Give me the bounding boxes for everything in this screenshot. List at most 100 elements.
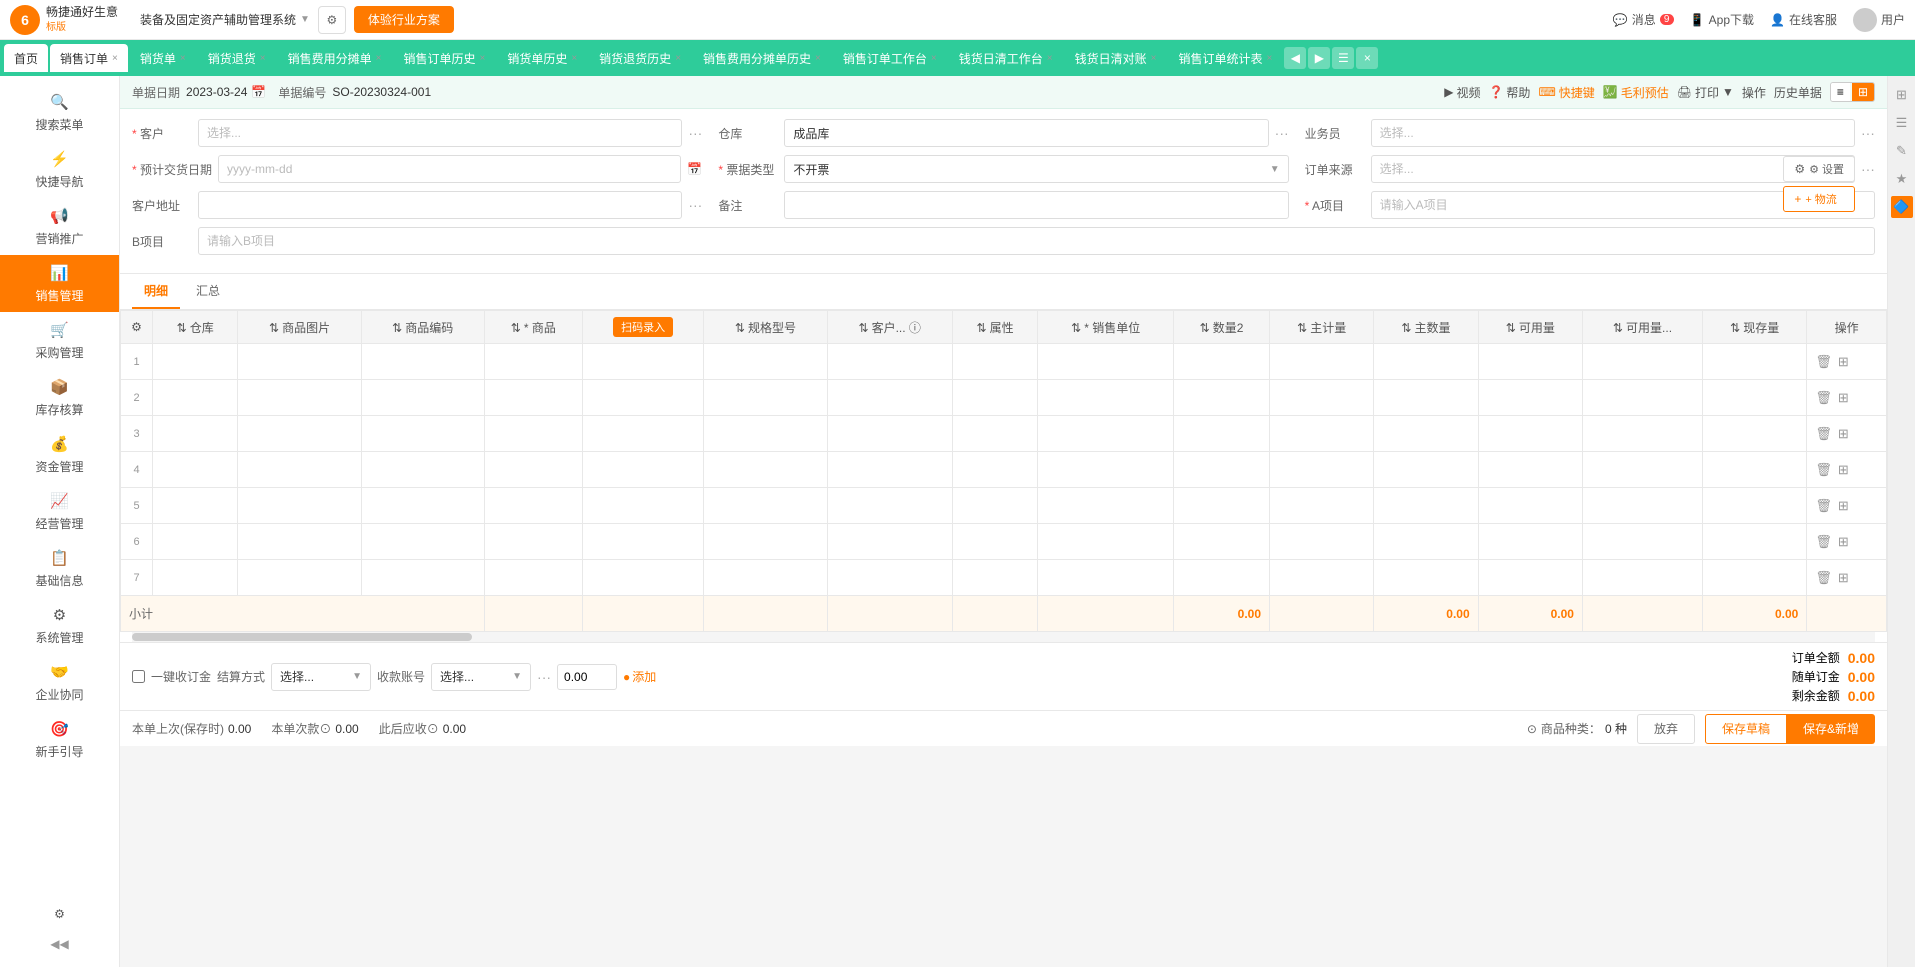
tab-workbench[interactable]: 销售订单工作台 × (833, 44, 947, 72)
row-7-image[interactable] (238, 560, 361, 596)
row-7-main-unit[interactable] (1270, 560, 1374, 596)
right-panel-btn-1[interactable]: ⊞ (1891, 84, 1913, 106)
row-5-attr[interactable] (952, 488, 1037, 524)
row-3-current[interactable] (1703, 416, 1807, 452)
row-4-main-qty[interactable] (1374, 452, 1478, 488)
row-2-copy-btn[interactable]: ⊞ (1838, 390, 1849, 406)
tab-reconcile[interactable]: 钱货日清对账 × (1065, 44, 1167, 72)
row-7-spec[interactable] (704, 560, 827, 596)
row-2-available[interactable] (1478, 380, 1582, 416)
system-settings-btn[interactable]: ⚙ (318, 6, 346, 34)
staff-input[interactable] (1371, 119, 1855, 147)
row-4-delete-btn[interactable]: 🗑 (1815, 462, 1832, 478)
scan-btn[interactable]: 扫码录入 (613, 317, 673, 337)
row-7-main-qty[interactable] (1374, 560, 1478, 596)
right-panel-btn-5[interactable]: 🔷 (1891, 196, 1913, 218)
th-product[interactable]: ⇅ * 商品 (484, 311, 582, 344)
system-name[interactable]: 装备及固定资产辅助管理系统 ▼ (140, 11, 310, 28)
row-7-product[interactable] (484, 560, 582, 596)
amount-input[interactable] (557, 664, 617, 690)
row-6-qty2[interactable] (1174, 524, 1270, 560)
tab-close-workbench[interactable]: × (931, 53, 937, 64)
row-5-current[interactable] (1703, 488, 1807, 524)
row-5-customer-code[interactable] (827, 488, 952, 524)
row-1-main-qty[interactable] (1374, 344, 1478, 380)
help-btn[interactable]: ❓ 帮助 (1488, 84, 1530, 101)
row-1-available2[interactable] (1582, 344, 1702, 380)
row-2-warehouse[interactable] (153, 380, 238, 416)
app-download-btn[interactable]: 📱 App下载 (1690, 11, 1754, 28)
tab-order-history[interactable]: 销售订单历史 × (393, 44, 495, 72)
right-panel-btn-4[interactable]: ★ (1891, 168, 1913, 190)
tab-close-goods-history[interactable]: × (571, 53, 577, 64)
th-main-unit[interactable]: ⇅ 主计量 (1270, 311, 1374, 344)
message-btn[interactable]: 💬 消息 9 (1613, 11, 1674, 28)
th-code[interactable]: ⇅ 商品编码 (361, 311, 484, 344)
sidebar-item-operations[interactable]: 📈 经营管理 (0, 483, 119, 540)
tab-daily-clear[interactable]: 钱货日清工作台 × (949, 44, 1063, 72)
table-scroll[interactable]: ⚙ ⇅ 仓库 ⇅ 商品图片 ⇅ 商品编码 (120, 310, 1887, 632)
operation-btn[interactable]: 操作 (1742, 84, 1766, 101)
row-1-image[interactable] (238, 344, 361, 380)
list-view-btn[interactable]: ≡ (1831, 83, 1850, 101)
sidebar-item-finance[interactable]: 💰 资金管理 (0, 426, 119, 483)
right-panel-btn-3[interactable]: ✎ (1891, 140, 1913, 162)
form-settings-btn[interactable]: ⚙ ⚙ 设置 (1783, 156, 1855, 182)
save-draft-btn[interactable]: 保存草稿 (1705, 714, 1787, 744)
row-1-qty2[interactable] (1174, 344, 1270, 380)
row-5-available[interactable] (1478, 488, 1582, 524)
row-1-main-unit[interactable] (1270, 344, 1374, 380)
row-2-qty2[interactable] (1174, 380, 1270, 416)
row-5-main-unit[interactable] (1270, 488, 1374, 524)
row-3-available2[interactable] (1582, 416, 1702, 452)
row-1-attr[interactable] (952, 344, 1037, 380)
sidebar-item-quick-nav[interactable]: ⚡ 快捷导航 (0, 141, 119, 198)
row-3-customer-code[interactable] (827, 416, 952, 452)
sidebar-item-search[interactable]: 🔍 搜索菜单 (0, 84, 119, 141)
b-project-input[interactable] (198, 227, 1875, 255)
row-7-delete-btn[interactable]: 🗑 (1815, 570, 1832, 586)
order-source-expand-btn[interactable]: ··· (1861, 161, 1875, 177)
row-3-delete-btn[interactable]: 🗑 (1815, 426, 1832, 442)
one-click-checkbox[interactable] (132, 670, 145, 683)
row-3-image[interactable] (238, 416, 361, 452)
row-3-available[interactable] (1478, 416, 1582, 452)
th-spec[interactable]: ⇅ 规格型号 (704, 311, 827, 344)
tab-close-sales-goods[interactable]: × (180, 53, 186, 64)
row-1-delete-btn[interactable]: 🗑 (1815, 354, 1832, 370)
row-3-qty2[interactable] (1174, 416, 1270, 452)
th-current[interactable]: ⇅ 现存量 (1703, 311, 1807, 344)
row-4-copy-btn[interactable]: ⊞ (1838, 462, 1849, 478)
tab-close-order-history[interactable]: × (479, 53, 485, 64)
row-6-delete-btn[interactable]: 🗑 (1815, 534, 1832, 550)
row-4-qty2[interactable] (1174, 452, 1270, 488)
row-5-unit[interactable] (1038, 488, 1174, 524)
row-5-warehouse[interactable] (153, 488, 238, 524)
row-3-product[interactable] (484, 416, 582, 452)
row-5-product[interactable] (484, 488, 582, 524)
row-5-delete-btn[interactable]: 🗑 (1815, 498, 1832, 514)
row-7-code[interactable] (361, 560, 484, 596)
grid-view-btn[interactable]: ⊞ (1852, 83, 1874, 101)
th-available[interactable]: ⇅ 可用量 (1478, 311, 1582, 344)
calendar-icon[interactable]: 📅 (251, 85, 266, 99)
row-2-current[interactable] (1703, 380, 1807, 416)
sidebar-settings-btn[interactable]: ⚙ (0, 899, 119, 929)
row-7-customer-code[interactable] (827, 560, 952, 596)
row-4-product[interactable] (484, 452, 582, 488)
tab-stats[interactable]: 销售订单统计表 × (1168, 44, 1282, 72)
tab-sales-order[interactable]: 销售订单 × (50, 44, 128, 72)
account-expand-btn[interactable]: ··· (537, 669, 551, 685)
scroll-thumb[interactable] (132, 633, 472, 641)
row-5-main-qty[interactable] (1374, 488, 1478, 524)
row-3-main-unit[interactable] (1270, 416, 1374, 452)
sidebar-item-inventory[interactable]: 📦 库存核算 (0, 369, 119, 426)
delivery-calendar-btn[interactable]: 📅 (687, 162, 702, 176)
payment-method-select[interactable]: 选择... ▼ (271, 663, 371, 691)
th-customer-code[interactable]: ⇅ 客户... ⓘ (827, 311, 952, 344)
staff-expand-btn[interactable]: ··· (1861, 125, 1875, 141)
row-5-qty2[interactable] (1174, 488, 1270, 524)
view-video-btn[interactable]: ▶ 视频 (1444, 84, 1480, 101)
row-4-current[interactable] (1703, 452, 1807, 488)
row-6-image[interactable] (238, 524, 361, 560)
